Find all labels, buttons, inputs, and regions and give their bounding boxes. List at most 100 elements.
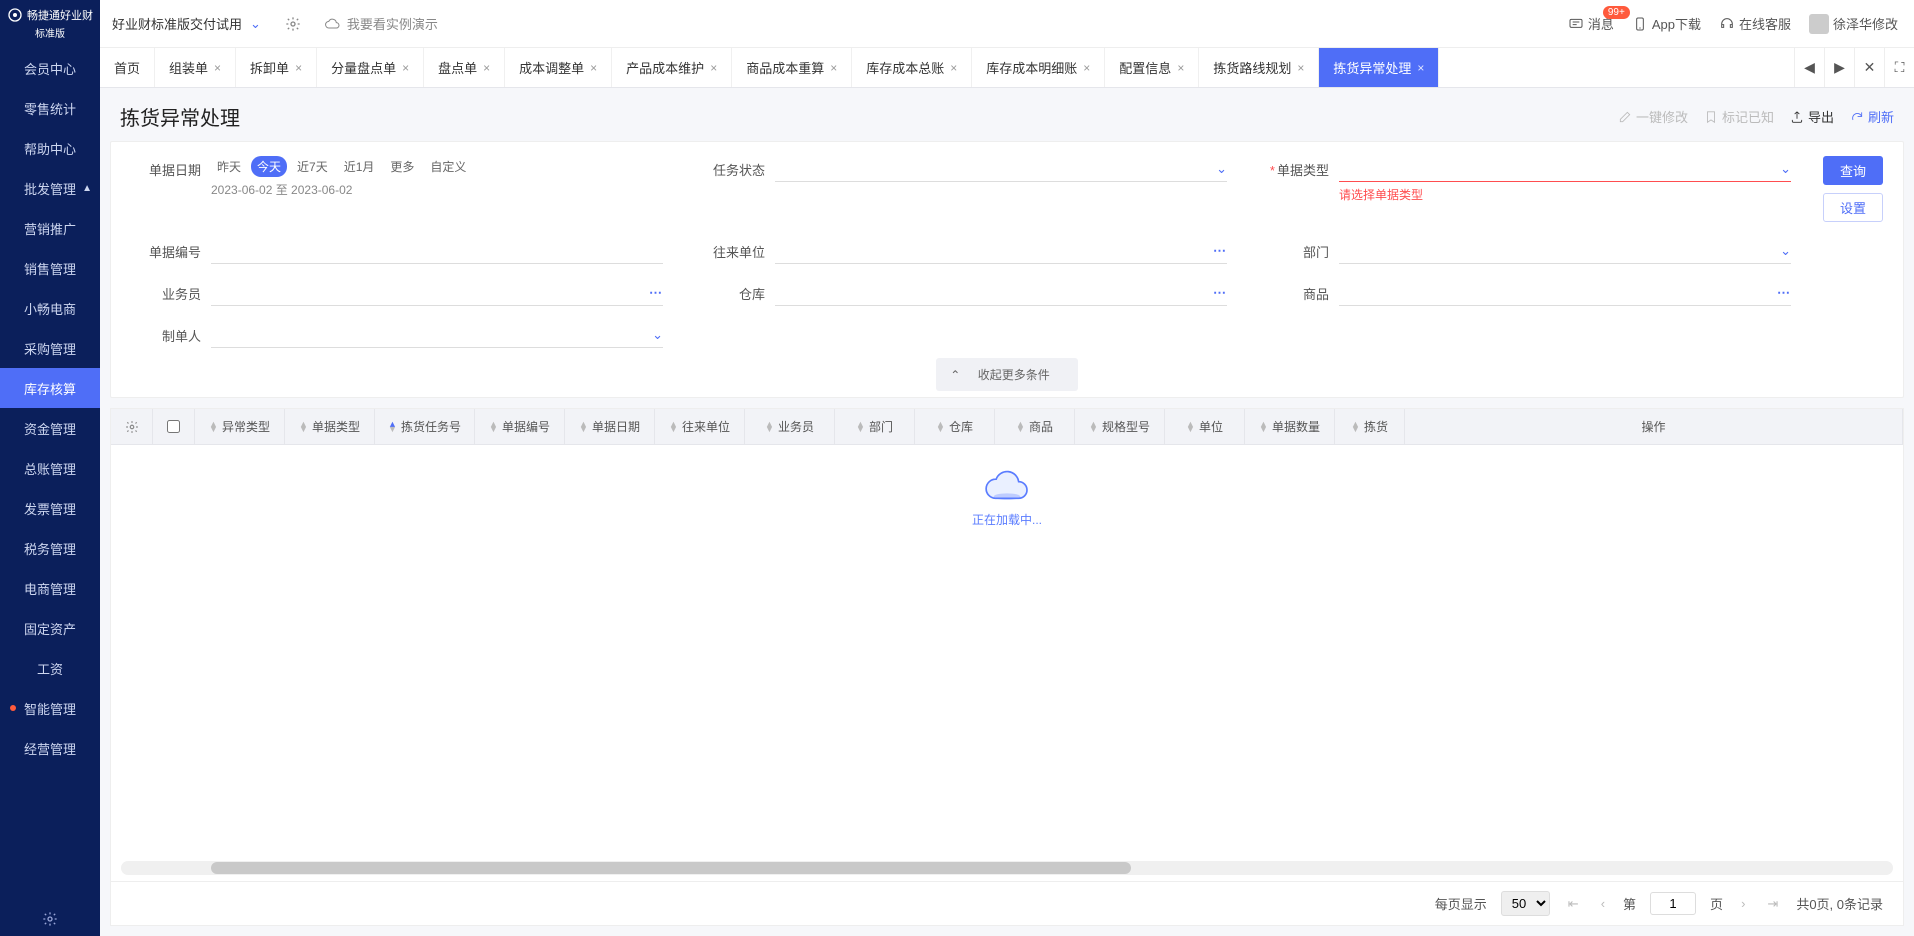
- settings-button[interactable]: [285, 16, 301, 32]
- close-icon[interactable]: ×: [483, 61, 490, 75]
- doc-no-input[interactable]: [211, 238, 663, 264]
- tab-10[interactable]: 配置信息×: [1105, 48, 1199, 87]
- salesman-input[interactable]: ⋯: [211, 280, 663, 306]
- sidebar-item-3[interactable]: 批发管理▲: [0, 168, 100, 208]
- tab-2[interactable]: 拆卸单×: [236, 48, 317, 87]
- sidebar-item-2[interactable]: 帮助中心: [0, 128, 100, 168]
- scrollbar-thumb[interactable]: [211, 862, 1131, 874]
- close-icon[interactable]: ×: [590, 61, 597, 75]
- select-all-checkbox[interactable]: [153, 409, 195, 444]
- sidebar-item-13[interactable]: 电商管理: [0, 568, 100, 608]
- tab-1[interactable]: 组装单×: [155, 48, 236, 87]
- sidebar-item-7[interactable]: 采购管理: [0, 328, 100, 368]
- tabs-scroll-left-button[interactable]: ◀: [1794, 48, 1824, 87]
- demo-link[interactable]: 我要看实例演示: [325, 14, 438, 33]
- tab-4[interactable]: 盘点单×: [424, 48, 505, 87]
- date-tab[interactable]: 昨天: [211, 156, 247, 177]
- close-icon[interactable]: ×: [1177, 61, 1184, 75]
- refresh-button[interactable]: 刷新: [1850, 107, 1894, 126]
- table-settings-button[interactable]: [111, 409, 153, 444]
- support-button[interactable]: 在线客服: [1719, 14, 1791, 33]
- export-button[interactable]: 导出: [1790, 107, 1834, 126]
- column-header[interactable]: ▲▼异常类型: [195, 409, 285, 444]
- messages-button[interactable]: 消息 99+: [1568, 14, 1614, 33]
- column-header[interactable]: ▲▼单位: [1165, 409, 1245, 444]
- date-tab[interactable]: 今天: [251, 156, 287, 177]
- column-header[interactable]: ▲▼单据类型: [285, 409, 375, 444]
- close-icon[interactable]: ×: [1417, 61, 1424, 75]
- page-size-select[interactable]: 50: [1501, 891, 1550, 916]
- sidebar-item-10[interactable]: 总账管理: [0, 448, 100, 488]
- tabs-fullscreen-button[interactable]: ⛶: [1884, 48, 1914, 87]
- tab-9[interactable]: 库存成本明细账×: [972, 48, 1105, 87]
- page-number-input[interactable]: [1650, 892, 1696, 915]
- page-first-button[interactable]: ⇤: [1564, 896, 1583, 912]
- close-icon[interactable]: ×: [402, 61, 409, 75]
- tabs-scroll-right-button[interactable]: ▶: [1824, 48, 1854, 87]
- close-icon[interactable]: ×: [950, 61, 957, 75]
- warehouse-input[interactable]: ⋯: [775, 280, 1227, 306]
- sidebar-item-17[interactable]: 经营管理: [0, 728, 100, 768]
- tab-8[interactable]: 库存成本总账×: [852, 48, 972, 87]
- column-header[interactable]: ▲▼部门: [835, 409, 915, 444]
- product-input[interactable]: ⋯: [1339, 280, 1791, 306]
- product-selector[interactable]: 好业财标准版交付试用 ⌄: [112, 14, 261, 33]
- column-header[interactable]: ▲▼商品: [995, 409, 1075, 444]
- tab-7[interactable]: 商品成本重算×: [732, 48, 852, 87]
- sidebar-settings-button[interactable]: [0, 902, 100, 936]
- checkbox[interactable]: [167, 420, 180, 433]
- collapse-filters-button[interactable]: ⌃ 收起更多条件: [936, 358, 1077, 391]
- horizontal-scrollbar[interactable]: [121, 861, 1893, 875]
- sidebar-item-15[interactable]: 工资: [0, 648, 100, 688]
- creator-select[interactable]: ⌄: [211, 322, 663, 348]
- sidebar-item-6[interactable]: 小畅电商: [0, 288, 100, 328]
- tab-11[interactable]: 拣货路线规划×: [1199, 48, 1319, 87]
- tab-0[interactable]: 首页: [100, 48, 155, 87]
- page-last-button[interactable]: ⇥: [1763, 896, 1782, 912]
- doc-type-select[interactable]: ⌄: [1339, 156, 1791, 182]
- app-download-button[interactable]: App下载: [1632, 14, 1701, 33]
- sidebar-item-12[interactable]: 税务管理: [0, 528, 100, 568]
- page-next-button[interactable]: ›: [1737, 896, 1749, 911]
- task-status-select[interactable]: ⌄: [775, 156, 1227, 182]
- date-tab[interactable]: 近1月: [338, 156, 381, 177]
- column-header[interactable]: ▲▼单据数量: [1245, 409, 1335, 444]
- column-header[interactable]: ▲▼拣货任务号: [375, 409, 475, 444]
- close-icon[interactable]: ×: [830, 61, 837, 75]
- column-header[interactable]: ▲▼规格型号: [1075, 409, 1165, 444]
- sidebar-item-9[interactable]: 资金管理: [0, 408, 100, 448]
- dept-select[interactable]: ⌄: [1339, 238, 1791, 264]
- sidebar-item-0[interactable]: 会员中心: [0, 48, 100, 88]
- sidebar-item-16[interactable]: 智能管理: [0, 688, 100, 728]
- column-header[interactable]: ▲▼业务员: [745, 409, 835, 444]
- column-header[interactable]: ▲▼单据编号: [475, 409, 565, 444]
- column-header[interactable]: ▲▼仓库: [915, 409, 995, 444]
- tab-12[interactable]: 拣货异常处理×: [1319, 48, 1439, 87]
- close-icon[interactable]: ×: [1083, 61, 1090, 75]
- sidebar-item-11[interactable]: 发票管理: [0, 488, 100, 528]
- query-button[interactable]: 查询: [1823, 156, 1883, 185]
- sidebar-item-8[interactable]: 库存核算: [0, 368, 100, 408]
- date-tab[interactable]: 更多: [384, 156, 420, 177]
- page-prev-button[interactable]: ‹: [1597, 896, 1609, 911]
- tab-5[interactable]: 成本调整单×: [505, 48, 612, 87]
- column-header[interactable]: ▲▼单据日期: [565, 409, 655, 444]
- sidebar-item-14[interactable]: 固定资产: [0, 608, 100, 648]
- date-tab[interactable]: 近7天: [291, 156, 334, 177]
- sidebar-item-1[interactable]: 零售统计: [0, 88, 100, 128]
- tab-3[interactable]: 分量盘点单×: [317, 48, 424, 87]
- user-menu[interactable]: 徐泽华修改: [1809, 14, 1898, 34]
- column-header[interactable]: ▲▼往来单位: [655, 409, 745, 444]
- close-icon[interactable]: ×: [1297, 61, 1304, 75]
- filter-settings-button[interactable]: 设置: [1823, 193, 1883, 222]
- tabs-close-button[interactable]: ✕: [1854, 48, 1884, 87]
- partner-input[interactable]: ⋯: [775, 238, 1227, 264]
- column-header[interactable]: ▲▼拣货: [1335, 409, 1405, 444]
- tab-6[interactable]: 产品成本维护×: [612, 48, 732, 87]
- close-icon[interactable]: ×: [214, 61, 221, 75]
- close-icon[interactable]: ×: [710, 61, 717, 75]
- sidebar-item-5[interactable]: 销售管理: [0, 248, 100, 288]
- sidebar-item-4[interactable]: 营销推广: [0, 208, 100, 248]
- close-icon[interactable]: ×: [295, 61, 302, 75]
- date-tab[interactable]: 自定义: [424, 156, 472, 177]
